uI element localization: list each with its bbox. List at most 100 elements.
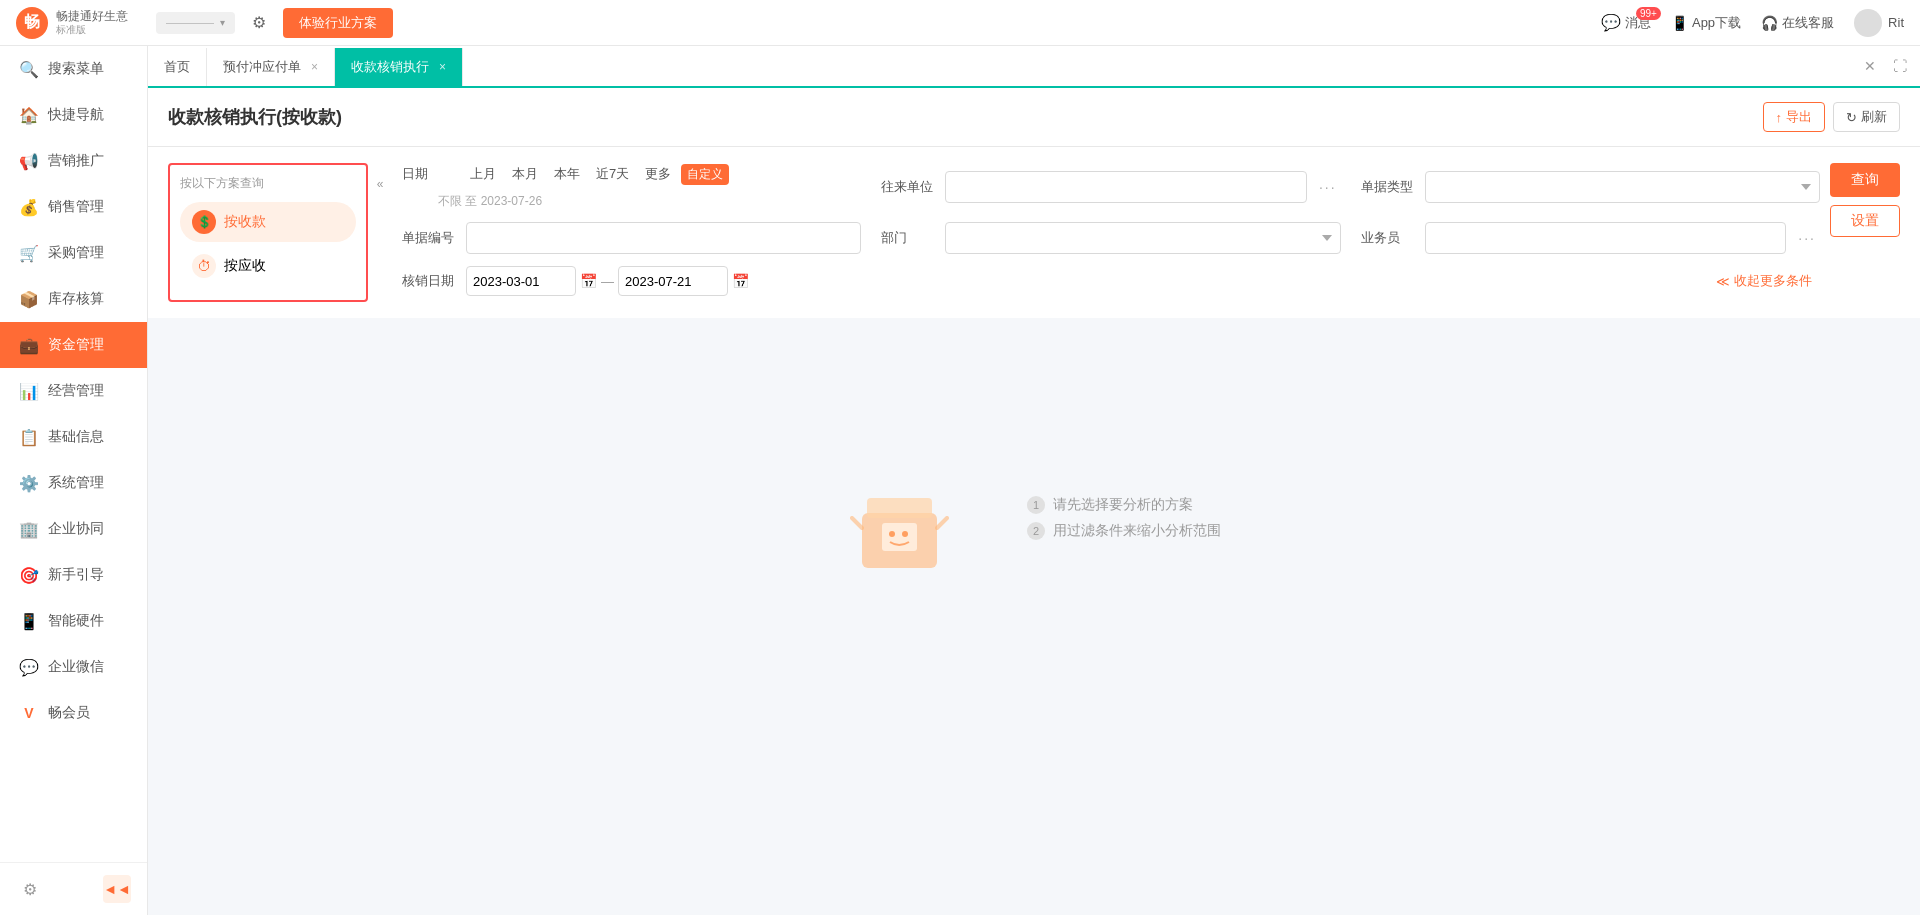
- search-menu-icon: 🔍: [20, 60, 38, 78]
- empty-content: 1 请先选择要分析的方案 2 用过滤条件来缩小分析范围: [847, 458, 1221, 578]
- counterpart-ellipsis-button[interactable]: ···: [1315, 179, 1341, 195]
- department-select[interactable]: [945, 222, 1340, 254]
- sidebar-item-label: 搜索菜单: [48, 60, 104, 78]
- purchase-icon: 🛒: [20, 244, 38, 262]
- tab-expand-button[interactable]: ⛶: [1888, 54, 1912, 78]
- sidebar-item-label: 营销推广: [48, 152, 104, 170]
- hint-number-2: 2: [1027, 522, 1045, 540]
- svg-point-4: [902, 531, 908, 537]
- filter-option-receivable-label: 按应收: [224, 257, 266, 275]
- refresh-icon: ↻: [1846, 110, 1857, 125]
- calendar-end-icon[interactable]: 📅: [732, 273, 749, 289]
- this-month-btn[interactable]: 本月: [506, 163, 544, 185]
- more-date-btn[interactable]: 更多: [639, 163, 677, 185]
- sidebar-item-finance[interactable]: 💼 资金管理: [0, 322, 147, 368]
- filter-option-by-receivable[interactable]: ⏱ 按应收: [180, 246, 356, 286]
- export-button[interactable]: ↑ 导出: [1763, 102, 1826, 132]
- gear-button[interactable]: ⚙: [243, 7, 275, 39]
- svg-line-5: [852, 518, 862, 528]
- verif-date-range: 📅 — 📅: [466, 266, 749, 296]
- sidebar-item-enterprise[interactable]: 🏢 企业协同: [0, 506, 147, 552]
- sidebar-item-wechat[interactable]: 💬 企业微信: [0, 644, 147, 690]
- system-icon: ⚙️: [20, 474, 38, 492]
- filter-row-3: 核销日期 📅 — 📅 ≪: [402, 266, 1820, 296]
- doc-type-label: 单据类型: [1361, 178, 1417, 196]
- sidebar-item-system[interactable]: ⚙️ 系统管理: [0, 460, 147, 506]
- sidebar-item-vip[interactable]: V 畅会员: [0, 690, 147, 736]
- doc-type-select[interactable]: [1425, 171, 1820, 203]
- sales-person-ellipsis-button[interactable]: ···: [1794, 230, 1820, 246]
- basic-info-icon: 📋: [20, 428, 38, 446]
- counterpart-input[interactable]: [945, 171, 1307, 203]
- hint-number-1: 1: [1027, 496, 1045, 514]
- query-button[interactable]: 查询: [1830, 163, 1900, 197]
- brand-logo: 畅: [16, 7, 48, 39]
- quick-nav-icon: 🏠: [20, 106, 38, 124]
- sidebar-item-marketing[interactable]: 📢 营销推广: [0, 138, 147, 184]
- app-download[interactable]: 📱 App下载: [1671, 14, 1741, 32]
- svg-rect-2: [882, 523, 917, 551]
- tab-bar: 首页 预付冲应付单 × 收款核销执行 × ✕ ⛶: [148, 46, 1920, 88]
- tab-prepay[interactable]: 预付冲应付单 ×: [207, 48, 335, 86]
- this-year-btn[interactable]: 本年: [548, 163, 586, 185]
- export-icon: ↑: [1776, 110, 1783, 125]
- tab-receipt-label: 收款核销执行: [351, 58, 429, 76]
- empty-hint-2: 2 用过滤条件来缩小分析范围: [1027, 522, 1221, 540]
- page-content: 收款核销执行(按收款) ↑ 导出 ↻ 刷新: [148, 88, 1920, 915]
- online-service-label: 在线客服: [1782, 14, 1834, 32]
- user-area[interactable]: Rit: [1854, 9, 1904, 37]
- tab-close-window-button[interactable]: ✕: [1858, 54, 1882, 78]
- notification-badge: 99+: [1636, 7, 1661, 20]
- tab-close-icon[interactable]: ×: [311, 60, 318, 74]
- sidebar-settings-button[interactable]: ⚙: [16, 875, 44, 903]
- sidebar-item-guide[interactable]: 🎯 新手引导: [0, 552, 147, 598]
- tab-receipt-verify[interactable]: 收款核销执行 ×: [335, 48, 463, 86]
- sidebar-item-purchase[interactable]: 🛒 采购管理: [0, 230, 147, 276]
- online-service[interactable]: 🎧 在线客服: [1761, 14, 1834, 32]
- sidebar-collapse-button[interactable]: ◄◄: [103, 875, 131, 903]
- sidebar-item-operations[interactable]: 📊 经营管理: [0, 368, 147, 414]
- panel-collapse-button[interactable]: «: [368, 163, 392, 302]
- sidebar: 🔍 搜索菜单 🏠 快捷导航 📢 营销推广 💰 销售管理 🛒 采购管理 📦: [0, 46, 148, 915]
- filter-option-by-receipt[interactable]: 💲 按收款: [180, 202, 356, 242]
- verif-date-start-input[interactable]: [466, 266, 576, 296]
- tab-home[interactable]: 首页: [148, 48, 207, 86]
- filter-settings-button[interactable]: 设置: [1830, 205, 1900, 237]
- sidebar-item-hardware[interactable]: 📱 智能硬件: [0, 598, 147, 644]
- vip-icon: V: [20, 704, 38, 722]
- notification-area[interactable]: 💬 消息 99+: [1601, 13, 1651, 32]
- app-name-area[interactable]: ———— ▾: [156, 12, 235, 34]
- filter-form: 日期 上月 本月 本年 近7天 更多 自定义 不限 至 2023-07-26: [392, 163, 1830, 302]
- tab-prepay-label: 预付冲应付单: [223, 58, 301, 76]
- last-7days-btn[interactable]: 近7天: [590, 163, 635, 185]
- sidebar-item-label: 经营管理: [48, 382, 104, 400]
- verif-date-end-input[interactable]: [618, 266, 728, 296]
- doc-number-input[interactable]: [466, 222, 861, 254]
- empty-hints: 1 请先选择要分析的方案 2 用过滤条件来缩小分析范围: [1027, 496, 1221, 540]
- sidebar-item-quick-nav[interactable]: 🏠 快捷导航: [0, 92, 147, 138]
- refresh-button[interactable]: ↻ 刷新: [1833, 102, 1900, 132]
- svg-line-6: [937, 518, 947, 528]
- inventory-icon: 📦: [20, 290, 38, 308]
- hardware-icon: 📱: [20, 612, 38, 630]
- receivable-icon: ⏱: [192, 254, 216, 278]
- department-filter: 部门: [881, 222, 1340, 254]
- page-actions: ↑ 导出 ↻ 刷新: [1763, 102, 1901, 132]
- last-month-btn[interactable]: 上月: [464, 163, 502, 185]
- sidebar-item-label: 库存核算: [48, 290, 104, 308]
- sales-person-input[interactable]: [1425, 222, 1787, 254]
- collapse-more-conditions-button[interactable]: ≪ 收起更多条件: [1708, 268, 1820, 294]
- industry-solution-button[interactable]: 体验行业方案: [283, 8, 393, 38]
- tab-active-close-icon[interactable]: ×: [439, 60, 446, 74]
- sales-person-label: 业务员: [1361, 229, 1417, 247]
- sidebar-item-search-menu[interactable]: 🔍 搜索菜单: [0, 46, 147, 92]
- date-range-separator: —: [601, 274, 614, 289]
- verif-date-filter: 核销日期 📅 — 📅: [402, 266, 868, 296]
- sidebar-item-inventory[interactable]: 📦 库存核算: [0, 276, 147, 322]
- sidebar-item-sales[interactable]: 💰 销售管理: [0, 184, 147, 230]
- more-conditions-area: ≪ 收起更多条件: [888, 268, 1820, 294]
- empty-state: 1 请先选择要分析的方案 2 用过滤条件来缩小分析范围: [148, 318, 1920, 718]
- empty-hint-1: 1 请先选择要分析的方案: [1027, 496, 1221, 514]
- sidebar-item-basic-info[interactable]: 📋 基础信息: [0, 414, 147, 460]
- calendar-start-icon[interactable]: 📅: [580, 273, 597, 289]
